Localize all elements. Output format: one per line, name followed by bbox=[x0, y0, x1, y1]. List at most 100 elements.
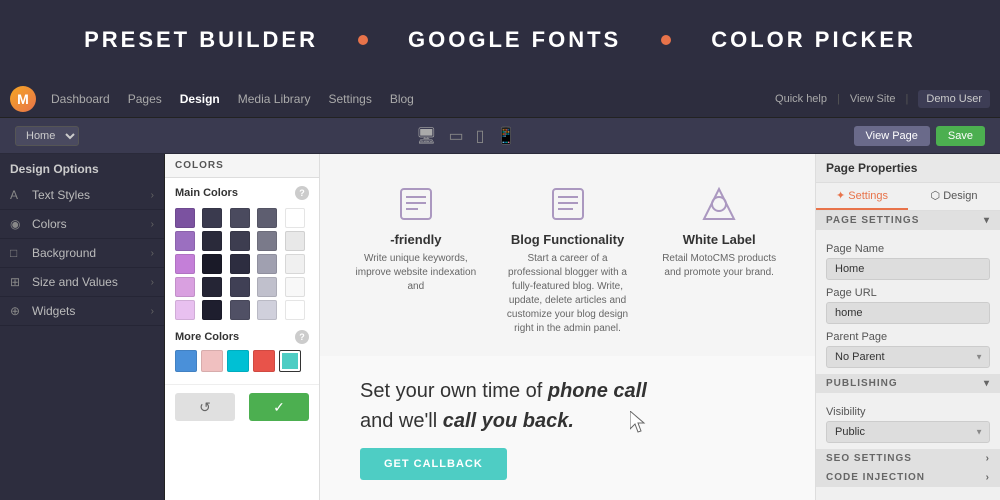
chevron-right-icon: › bbox=[151, 190, 154, 201]
main-swatch-3[interactable] bbox=[257, 208, 277, 228]
right-sidebar: Page Properties ✦ Settings ⬡ Design PAGE… bbox=[815, 154, 1000, 500]
feature-wl-desc: Retail MotoCMS products and promote your… bbox=[658, 252, 780, 280]
main-swatch-14[interactable] bbox=[285, 254, 305, 274]
nav-pages[interactable]: Pages bbox=[128, 92, 162, 106]
save-button[interactable]: Save bbox=[936, 126, 985, 146]
features-row: -friendly Write unique keywords, improve… bbox=[320, 154, 815, 356]
top-nav: Dashboard Pages Design Media Library Set… bbox=[0, 80, 1000, 118]
chevron-right-icon-3: › bbox=[151, 248, 154, 259]
feature-white-label: White Label Retail MotoCMS products and … bbox=[643, 174, 795, 346]
publishing-content: Visibility Public bbox=[816, 393, 1000, 449]
header-title-3: COLOR PICKER bbox=[711, 27, 916, 53]
panel-footer: ↺ ✓ bbox=[165, 384, 319, 429]
main-swatch-22[interactable] bbox=[230, 300, 250, 320]
feature-seo: -friendly Write unique keywords, improve… bbox=[340, 174, 492, 346]
feature-blog: Blog Functionality Start a career of a p… bbox=[492, 174, 644, 346]
reset-button[interactable]: ↺ bbox=[175, 393, 235, 421]
mobile-icon[interactable]: 📱 bbox=[496, 126, 516, 146]
main-swatch-15[interactable] bbox=[175, 277, 195, 297]
cta-line1: Set your own time of bbox=[360, 380, 548, 402]
nav-settings[interactable]: Settings bbox=[328, 92, 371, 106]
parent-page-label: Parent Page bbox=[826, 331, 990, 343]
help-icon-more[interactable]: ? bbox=[295, 330, 309, 344]
main-swatch-19[interactable] bbox=[285, 277, 305, 297]
nav-right: Quick help | View Site | Demo User bbox=[775, 90, 990, 108]
more-colors-grid bbox=[175, 350, 309, 372]
separator2: | bbox=[906, 93, 909, 105]
view-site-button[interactable]: View Site bbox=[850, 93, 896, 105]
main-swatch-10[interactable] bbox=[175, 254, 195, 274]
main-swatch-5[interactable] bbox=[175, 231, 195, 251]
device-toolbar: Home 🖥 ▭ ▯ 📱 View Page Save bbox=[0, 118, 1000, 154]
nav-dashboard[interactable]: Dashboard bbox=[51, 92, 110, 106]
sidebar-label-widgets: Widgets bbox=[32, 304, 75, 318]
chevron-right-icon-seo: › bbox=[986, 453, 990, 464]
widgets-icon: ⊕ bbox=[10, 304, 24, 318]
sidebar-item-background[interactable]: □ Background › bbox=[0, 239, 164, 268]
tablet-landscape-icon[interactable]: ▭ bbox=[448, 126, 463, 146]
page-url-input[interactable] bbox=[826, 302, 990, 324]
separator: | bbox=[837, 93, 840, 105]
help-icon-main[interactable]: ? bbox=[295, 186, 309, 200]
main-swatch-21[interactable] bbox=[202, 300, 222, 320]
main-swatch-24[interactable] bbox=[285, 300, 305, 320]
main-swatch-2[interactable] bbox=[230, 208, 250, 228]
background-icon: □ bbox=[10, 246, 24, 260]
more-swatch-1[interactable] bbox=[201, 350, 223, 372]
more-swatch-2[interactable] bbox=[227, 350, 249, 372]
nav-blog[interactable]: Blog bbox=[390, 92, 414, 106]
view-page-button[interactable]: View Page bbox=[854, 126, 930, 146]
main-swatch-1[interactable] bbox=[202, 208, 222, 228]
main-swatch-7[interactable] bbox=[230, 231, 250, 251]
nav-items: Dashboard Pages Design Media Library Set… bbox=[51, 92, 775, 106]
logo[interactable] bbox=[10, 86, 36, 112]
main-swatch-0[interactable] bbox=[175, 208, 195, 228]
get-callback-button[interactable]: GET CALLBACK bbox=[360, 448, 507, 480]
page-settings-section[interactable]: PAGE SETTINGS ▾ bbox=[816, 211, 1000, 230]
visibility-select[interactable]: Public bbox=[826, 421, 990, 443]
confirm-button[interactable]: ✓ bbox=[249, 393, 309, 421]
sidebar-item-size[interactable]: ⊞ Size and Values › bbox=[0, 268, 164, 297]
main-swatch-9[interactable] bbox=[285, 231, 305, 251]
main-swatch-20[interactable] bbox=[175, 300, 195, 320]
main-swatch-4[interactable] bbox=[285, 208, 305, 228]
tab-design[interactable]: ⬡ Design bbox=[908, 183, 1000, 210]
tablet-portrait-icon[interactable]: ▯ bbox=[476, 126, 485, 146]
code-section[interactable]: CODE INJECTION › bbox=[816, 468, 1000, 487]
cursor-indicator bbox=[630, 411, 650, 440]
more-swatch-0[interactable] bbox=[175, 350, 197, 372]
main-swatch-6[interactable] bbox=[202, 231, 222, 251]
sidebar-item-widgets[interactable]: ⊕ Widgets › bbox=[0, 297, 164, 326]
page-name-input[interactable] bbox=[826, 258, 990, 280]
chevron-down-icon: ▾ bbox=[984, 215, 990, 226]
main-swatch-13[interactable] bbox=[257, 254, 277, 274]
sidebar-item-text-styles[interactable]: A Text Styles › bbox=[0, 181, 164, 210]
seo-section[interactable]: SEO SETTINGS › bbox=[816, 449, 1000, 468]
page-url-label: Page URL bbox=[826, 287, 990, 299]
main-swatch-16[interactable] bbox=[202, 277, 222, 297]
quick-help[interactable]: Quick help bbox=[775, 93, 827, 105]
tab-settings[interactable]: ✦ Settings bbox=[816, 183, 908, 210]
main-swatch-18[interactable] bbox=[257, 277, 277, 297]
publishing-section[interactable]: PUBLISHING ▾ bbox=[816, 374, 1000, 393]
feature-blog-desc: Start a career of a professional blogger… bbox=[507, 252, 629, 336]
parent-page-select[interactable]: No Parent bbox=[826, 346, 990, 368]
sidebar-item-colors[interactable]: ◉ Colors › bbox=[0, 210, 164, 239]
main-swatch-11[interactable] bbox=[202, 254, 222, 274]
main-swatch-8[interactable] bbox=[257, 231, 277, 251]
main-swatch-12[interactable] bbox=[230, 254, 250, 274]
more-swatch-4[interactable] bbox=[279, 350, 301, 372]
cta-section: Set your own time of phone call and we'l… bbox=[320, 356, 815, 500]
header-banner: PRESET BUILDER GOOGLE FONTS COLOR PICKER bbox=[0, 0, 1000, 80]
main-row: Design Options A Text Styles › ◉ Colors … bbox=[0, 154, 1000, 500]
chevron-right-icon-2: › bbox=[151, 219, 154, 230]
more-swatch-3[interactable] bbox=[253, 350, 275, 372]
main-swatch-23[interactable] bbox=[257, 300, 277, 320]
desktop-icon[interactable]: 🖥 bbox=[416, 126, 436, 146]
nav-design[interactable]: Design bbox=[180, 92, 220, 106]
nav-media[interactable]: Media Library bbox=[238, 92, 311, 106]
home-select[interactable]: Home bbox=[15, 126, 79, 146]
main-swatch-17[interactable] bbox=[230, 277, 250, 297]
parent-page-select-wrap: No Parent bbox=[826, 346, 990, 368]
visibility-select-wrap: Public bbox=[826, 421, 990, 443]
